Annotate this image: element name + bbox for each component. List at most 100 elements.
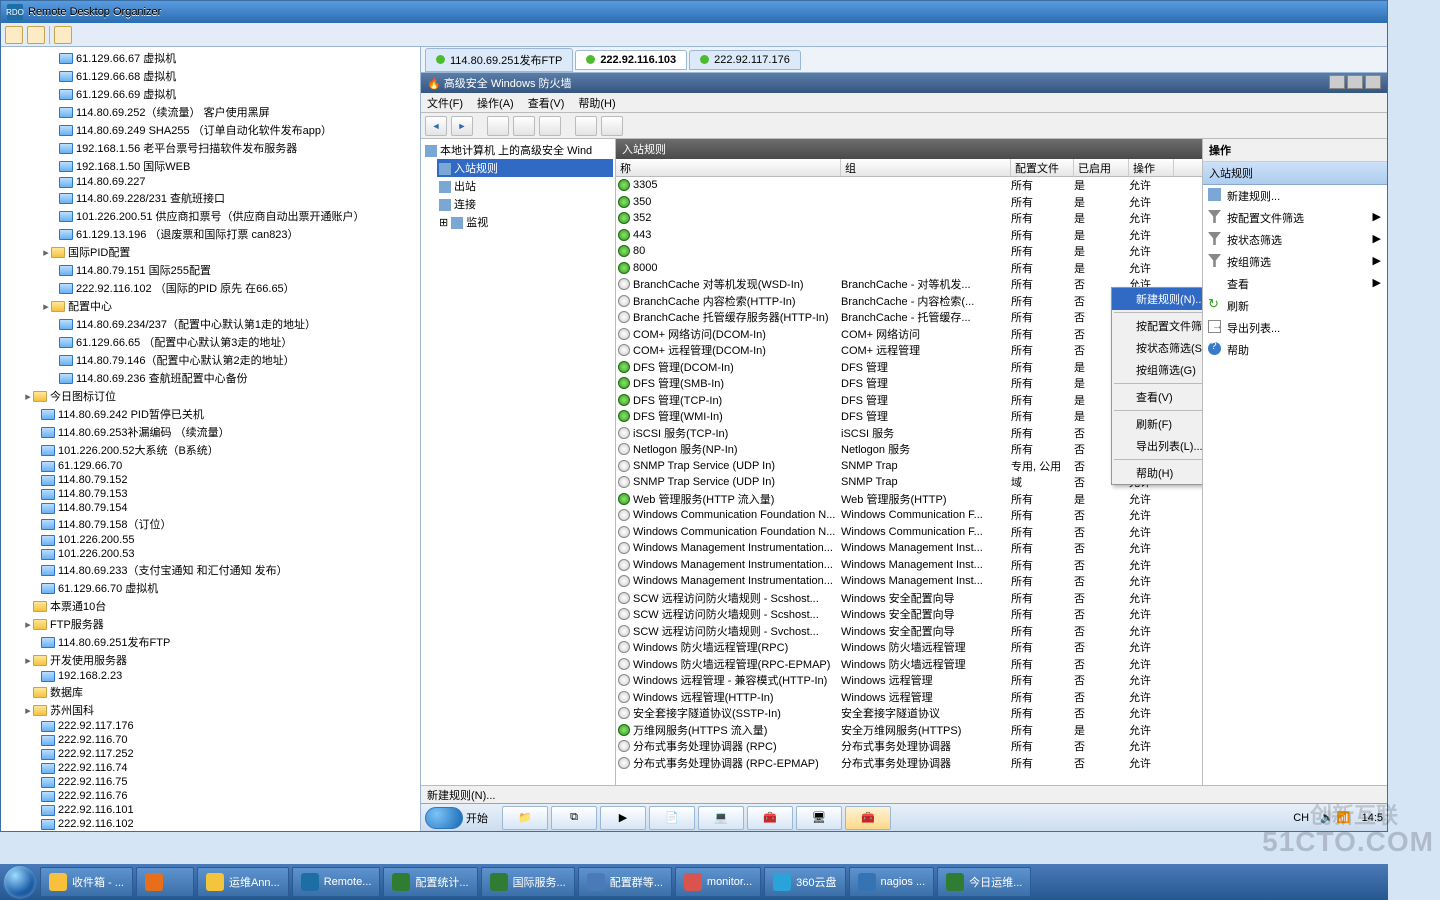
rule-row[interactable]: 443所有是允许 bbox=[616, 227, 1202, 244]
tree-item[interactable]: 222.92.116.101 bbox=[1, 803, 420, 817]
tree-item[interactable]: 61.129.66.69 虚拟机 bbox=[1, 85, 420, 103]
rule-row[interactable]: Windows Management Instrumentation...Win… bbox=[616, 540, 1202, 557]
tree-item[interactable]: 本票通10台 bbox=[1, 597, 420, 615]
tb-folder-open-icon[interactable] bbox=[27, 26, 45, 44]
start-label[interactable]: 开始 bbox=[466, 810, 488, 826]
action-item[interactable]: 按组筛选 ▶ bbox=[1203, 251, 1387, 273]
action-item[interactable]: 查看 ▶ bbox=[1203, 273, 1387, 295]
ctx-menu-item[interactable]: 导出列表(L)... bbox=[1112, 435, 1202, 457]
rule-row[interactable]: 3305所有是允许 bbox=[616, 177, 1202, 194]
rule-row[interactable]: 万维网服务(HTTPS 流入量)安全万维网服务(HTTPS)所有是允许 bbox=[616, 722, 1202, 739]
mmc-scope-tree[interactable]: 本地计算机 上的高级安全 Wind 入站规则 出站 连接 ⊞ 监视 bbox=[421, 139, 616, 785]
forward-button[interactable] bbox=[451, 116, 473, 136]
tree-item[interactable]: 101.226.200.52大系统（B系统） bbox=[1, 441, 420, 459]
rule-row[interactable]: Windows Communication Foundation N...Win… bbox=[616, 507, 1202, 524]
taskbar-app-3[interactable]: ▶ bbox=[600, 806, 646, 830]
rule-row[interactable]: 安全套接字隧道协议(SSTP-In)安全套接字隧道协议所有否允许 bbox=[616, 705, 1202, 722]
menu-item[interactable]: 操作(A) bbox=[477, 95, 514, 111]
tb-star-icon[interactable] bbox=[54, 26, 72, 44]
mmc-titlebar[interactable]: 🔥 高级安全 Windows 防火墙 bbox=[421, 73, 1387, 93]
taskbar-button[interactable]: monitor... bbox=[675, 867, 761, 897]
tree-item[interactable]: 222.92.116.74 bbox=[1, 761, 420, 775]
tree-item[interactable]: 114.80.69.233（支付宝通知 和汇付通知 发布） bbox=[1, 561, 420, 579]
taskbar-button[interactable]: Remote... bbox=[292, 867, 381, 897]
window-buttons[interactable] bbox=[1327, 75, 1381, 92]
tree-item[interactable]: 114.80.79.146（配置中心默认第2走的地址） bbox=[1, 351, 420, 369]
rule-row[interactable]: SCW 远程访问防火墙规则 - Scshost...Windows 安全配置向导… bbox=[616, 606, 1202, 623]
tb-folder-icon[interactable] bbox=[5, 26, 23, 44]
tree-item[interactable]: 114.80.69.251发布FTP bbox=[1, 633, 420, 651]
server-tree[interactable]: 61.129.66.67 虚拟机61.129.66.68 虚拟机61.129.6… bbox=[1, 47, 421, 831]
mmc-menu[interactable]: 文件(F) 操作(A) 查看(V) 帮助(H) bbox=[421, 93, 1387, 113]
tree-item[interactable]: ▸苏州国科 bbox=[1, 701, 420, 719]
taskbar-button[interactable]: 国际服务... bbox=[481, 867, 575, 897]
tree-item[interactable]: 222.92.116.75 bbox=[1, 775, 420, 789]
tree-item[interactable]: 61.129.13.196 （退废票和国际打票 can823） bbox=[1, 225, 420, 243]
action-item[interactable]: 按配置文件筛选 ▶ bbox=[1203, 207, 1387, 229]
taskbar-app-1[interactable]: 📁 bbox=[502, 806, 548, 830]
taskbar-button[interactable]: 今日运维... bbox=[937, 867, 1031, 897]
tree-item[interactable]: 222.92.116.102 bbox=[1, 817, 420, 831]
action-item[interactable]: 新建规则... bbox=[1203, 185, 1387, 207]
tree-item[interactable]: 114.80.69.236 查航班配置中心备份 bbox=[1, 369, 420, 387]
host-taskbar[interactable]: 收件箱 - ...运维Ann...Remote...配置统计...国际服务...… bbox=[0, 864, 1388, 900]
connection-tab[interactable]: 222.92.116.103 bbox=[575, 50, 687, 70]
tree-item[interactable]: 61.129.66.70 bbox=[1, 459, 420, 473]
lang-indicator[interactable]: CH bbox=[1293, 812, 1309, 824]
tree-item[interactable]: 114.80.69.242 PID暂停已关机 bbox=[1, 405, 420, 423]
menu-item[interactable]: 文件(F) bbox=[427, 95, 463, 111]
tb-btn-1[interactable] bbox=[487, 116, 509, 136]
rule-row[interactable]: SCW 远程访问防火墙规则 - Scshost...Windows 安全配置向导… bbox=[616, 590, 1202, 607]
rule-row[interactable]: Windows 远程管理 - 兼容模式(HTTP-In)Windows 远程管理… bbox=[616, 672, 1202, 689]
taskbar-button[interactable]: 配置统计... bbox=[383, 867, 477, 897]
tree-item[interactable]: 192.168.2.23 bbox=[1, 669, 420, 683]
tb-btn-5[interactable] bbox=[601, 116, 623, 136]
menu-item[interactable]: 查看(V) bbox=[528, 95, 565, 111]
tree-item[interactable]: 222.92.117.252 bbox=[1, 747, 420, 761]
tree-item[interactable]: 192.168.1.56 老平台票号扫描软件发布服务器 bbox=[1, 139, 420, 157]
tree-item[interactable]: 61.129.66.68 虚拟机 bbox=[1, 67, 420, 85]
rule-row[interactable]: 350所有是允许 bbox=[616, 194, 1202, 211]
tree-item[interactable]: 114.80.79.151 国际255配置 bbox=[1, 261, 420, 279]
back-button[interactable] bbox=[425, 116, 447, 136]
ctx-menu-item[interactable]: 按配置文件筛选(P)▶ bbox=[1112, 315, 1202, 337]
tb-btn-2[interactable] bbox=[513, 116, 535, 136]
taskbar-app-7[interactable]: 🖥 bbox=[796, 806, 842, 830]
tree-item[interactable]: 114.80.69.228/231 查航班接口 bbox=[1, 189, 420, 207]
ctx-menu-item[interactable]: 帮助(H) bbox=[1112, 462, 1202, 484]
tree-item[interactable]: 61.129.66.65 （配置中心默认第3走的地址） bbox=[1, 333, 420, 351]
connection-tab[interactable]: 114.80.69.251发布FTP bbox=[425, 48, 573, 72]
rule-row[interactable]: Windows Management Instrumentation...Win… bbox=[616, 573, 1202, 590]
ctx-menu-item[interactable]: 刷新(F) bbox=[1112, 413, 1202, 435]
rules-columns[interactable]: 称 组 配置文件 已启用 操作 bbox=[616, 159, 1202, 177]
taskbar-button[interactable]: 配置群等... bbox=[578, 867, 672, 897]
action-item[interactable]: 刷新 bbox=[1203, 295, 1387, 317]
start-button[interactable] bbox=[425, 807, 463, 829]
rdo-titlebar[interactable]: RDO Remote Desktop Organizer bbox=[1, 1, 1387, 23]
col-profile[interactable]: 配置文件 bbox=[1011, 159, 1074, 176]
tree-item[interactable]: 114.80.79.153 bbox=[1, 487, 420, 501]
taskbar-button[interactable]: 360云盘 bbox=[764, 867, 845, 897]
tree-item[interactable]: ▸配置中心 bbox=[1, 297, 420, 315]
tree-item[interactable]: 114.80.79.154 bbox=[1, 501, 420, 515]
col-enabled[interactable]: 已启用 bbox=[1074, 159, 1129, 176]
rule-row[interactable]: 8000所有是允许 bbox=[616, 260, 1202, 277]
context-menu[interactable]: 新建规则(N)...按配置文件筛选(P)▶按状态筛选(S)▶按组筛选(G)▶查看… bbox=[1111, 287, 1202, 485]
ctx-menu-item[interactable]: 查看(V)▶ bbox=[1112, 386, 1202, 408]
taskbar-app-5[interactable]: 💻 bbox=[698, 806, 744, 830]
ctx-menu-item[interactable]: 按状态筛选(S)▶ bbox=[1112, 337, 1202, 359]
tree-item[interactable]: 222.92.116.70 bbox=[1, 733, 420, 747]
tree-item[interactable]: 114.80.69.252（续流量） 客户使用黑屏 bbox=[1, 103, 420, 121]
rule-row[interactable]: Windows Management Instrumentation...Win… bbox=[616, 557, 1202, 574]
remote-taskbar[interactable]: 开始 📁 ⧉ ▶ 📄 💻 🧰 🖥 🧰 CH 🔊 📶 14:5 bbox=[421, 803, 1387, 831]
tree-item[interactable]: ▸今日图标订位 bbox=[1, 387, 420, 405]
tree-item[interactable]: 61.129.66.67 虚拟机 bbox=[1, 49, 420, 67]
rule-row[interactable]: 分布式事务处理协调器 (RPC)分布式事务处理协调器所有否允许 bbox=[616, 738, 1202, 755]
rule-row[interactable]: Windows 远程管理(HTTP-In)Windows 远程管理所有否允许 bbox=[616, 689, 1202, 706]
rule-row[interactable]: Windows 防火墙远程管理(RPC-EPMAP)Windows 防火墙远程管… bbox=[616, 656, 1202, 673]
tree-item[interactable]: 222.92.116.102 （国际的PID 原先 在66.65） bbox=[1, 279, 420, 297]
tree-item[interactable]: 101.226.200.55 bbox=[1, 533, 420, 547]
tree-item[interactable]: 192.168.1.50 国际WEB bbox=[1, 157, 420, 175]
menu-item[interactable]: 帮助(H) bbox=[578, 95, 615, 111]
tree-item[interactable]: ▸国际PID配置 bbox=[1, 243, 420, 261]
